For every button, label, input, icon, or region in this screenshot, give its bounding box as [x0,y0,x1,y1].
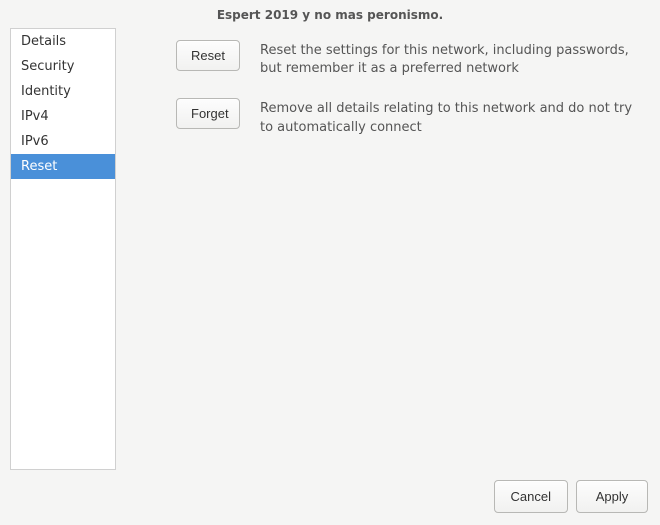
sidebar: Details Security Identity IPv4 IPv6 Rese… [10,28,116,470]
content-area: Details Security Identity IPv4 IPv6 Rese… [0,28,660,470]
reset-row: Reset Reset the settings for this networ… [176,40,640,78]
sidebar-item-ipv4[interactable]: IPv4 [11,104,115,129]
window-title: Espert 2019 y no mas peronismo. [0,0,660,28]
sidebar-item-identity[interactable]: Identity [11,79,115,104]
sidebar-item-ipv6[interactable]: IPv6 [11,129,115,154]
reset-button[interactable]: Reset [176,40,240,71]
forget-description: Remove all details relating to this netw… [260,98,640,136]
cancel-button[interactable]: Cancel [494,480,568,513]
sidebar-item-security[interactable]: Security [11,54,115,79]
footer: Cancel Apply [0,470,660,525]
apply-button[interactable]: Apply [576,480,648,513]
reset-description: Reset the settings for this network, inc… [260,40,640,78]
main-panel: Reset Reset the settings for this networ… [126,28,650,470]
sidebar-item-reset[interactable]: Reset [11,154,115,179]
sidebar-item-details[interactable]: Details [11,29,115,54]
forget-row: Forget Remove all details relating to th… [176,98,640,136]
forget-button[interactable]: Forget [176,98,240,129]
